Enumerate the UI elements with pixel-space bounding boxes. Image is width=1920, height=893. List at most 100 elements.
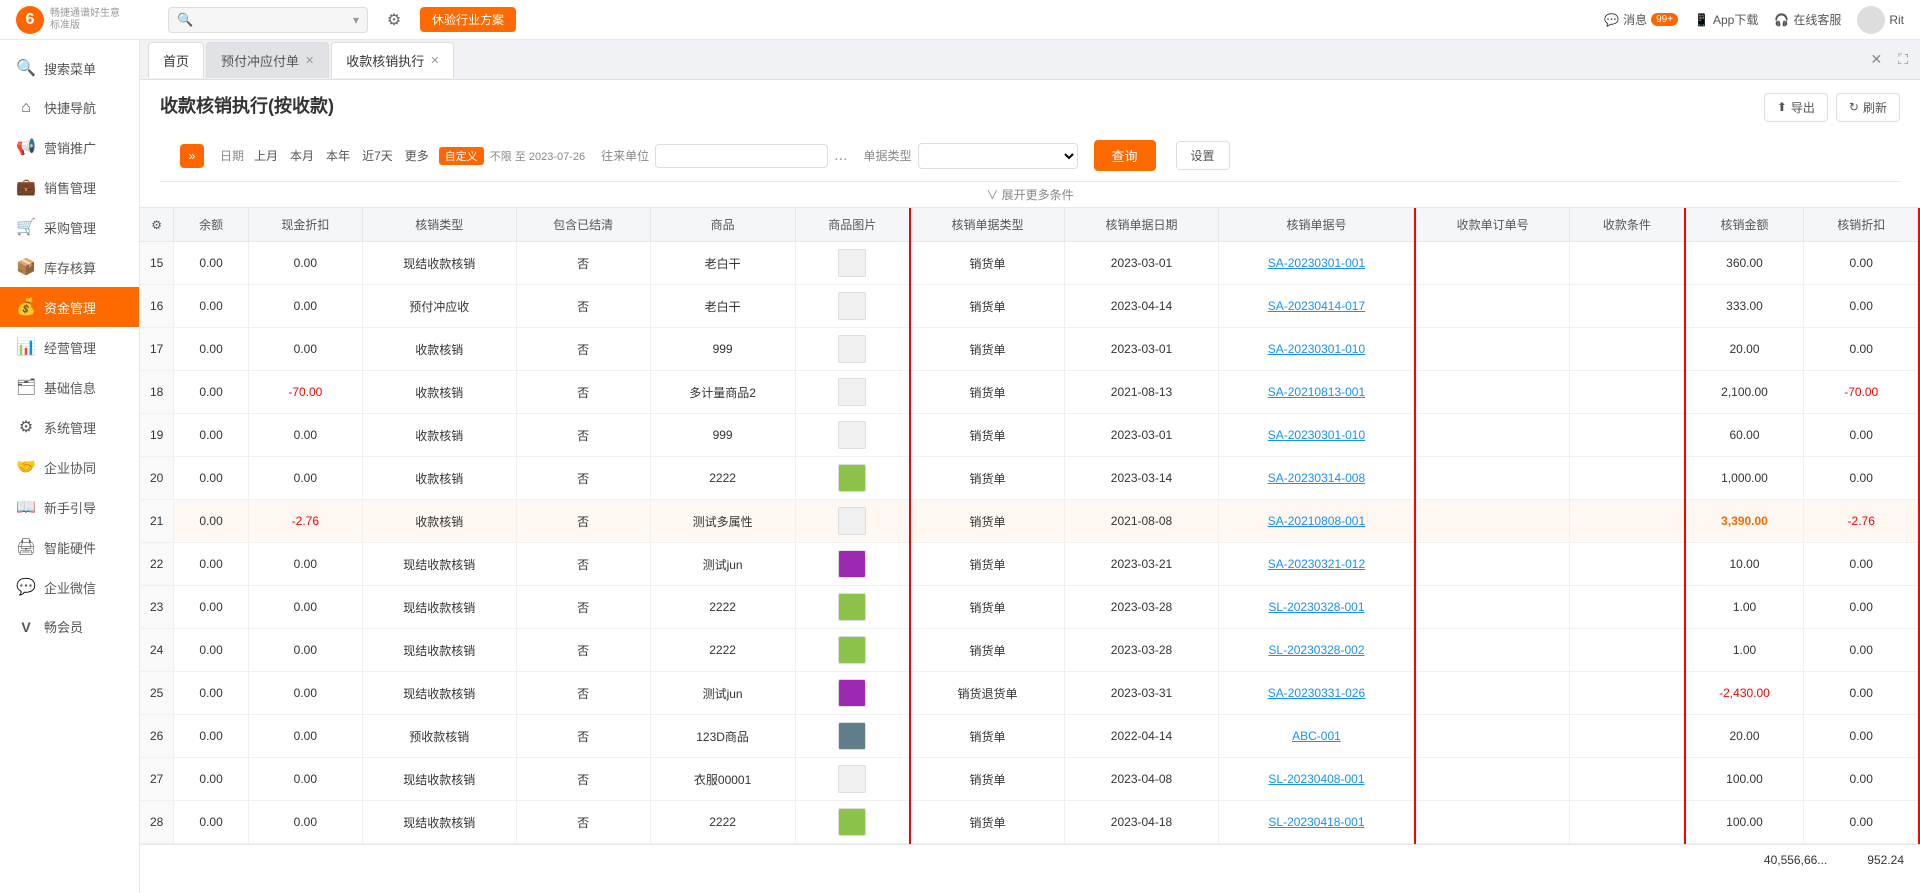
td-writeoff-bill-no[interactable]: ABC-001 (1218, 715, 1415, 758)
expand-more-conditions[interactable]: ∨ 展开更多条件 (160, 182, 1900, 207)
td-collection-condition (1570, 758, 1685, 801)
sidebar-item-inventory[interactable]: 📦 库存核算 (0, 247, 139, 287)
td-goods-img (795, 672, 910, 715)
td-include-settled: 否 (516, 672, 650, 715)
sidebar-item-label: 基础信息 (44, 378, 96, 397)
td-goods-img (795, 457, 910, 500)
refresh-button[interactable]: ↻ 刷新 (1836, 93, 1900, 122)
tab-bar-right: ✕ ⛶ (1866, 47, 1912, 72)
td-writeoff-bill-no[interactable]: SA-20230414-017 (1218, 285, 1415, 328)
td-collection-order-no (1415, 371, 1570, 414)
industry-solution-button[interactable]: 休验行业方案 (420, 7, 516, 32)
sidebar: 🔍 搜索菜单 ⌂ 快捷导航 📢 营销推广 💼 销售管理 🛒 采购管理 📦 库存核… (0, 40, 140, 893)
sidebar-item-basic-info[interactable]: 🗂 基础信息 (0, 367, 139, 407)
td-no: 18 (140, 371, 174, 414)
sidebar-item-system[interactable]: ⚙ 系统管理 (0, 407, 139, 447)
sidebar-item-label: 新手引导 (44, 498, 96, 517)
date-custom-btn[interactable]: 自定义 (439, 147, 484, 165)
td-writeoff-bill-no[interactable]: SA-20230301-010 (1218, 328, 1415, 371)
td-writeoff-bill-date: 2023-04-08 (1065, 758, 1219, 801)
main-content: 首页 预付冲应付单 ✕ 收款核销执行 ✕ ✕ ⛶ 收款核销执行(按收款) (140, 40, 1920, 893)
date-last-7-days[interactable]: 近7天 (358, 145, 397, 166)
table-row: 19 0.00 0.00 收款核销 否 999 销货单 2023-03-01 S… (140, 414, 1919, 457)
from-unit-label: 往来单位 (601, 147, 649, 164)
td-writeoff-bill-no[interactable]: SA-20210808-001 (1218, 500, 1415, 543)
message-button[interactable]: 💬 消息 99+ (1604, 11, 1678, 28)
th-writeoff-amount: 核销金额 (1685, 208, 1804, 242)
online-service-button[interactable]: 🎧 在线客服 (1774, 11, 1841, 28)
date-this-month[interactable]: 本月 (286, 145, 318, 166)
td-writeoff-type: 收款核销 (362, 457, 516, 500)
sidebar-item-finance[interactable]: 💰 资金管理 (0, 287, 139, 327)
td-writeoff-bill-no[interactable]: SA-20230321-012 (1218, 543, 1415, 586)
table-area: ⚙ 余额 现金折扣 核销类型 包含已结清 商品 商品图片 核销单据类型 核销单据… (140, 208, 1920, 893)
cart-icon: 🛒 (16, 217, 36, 237)
td-writeoff-bill-no[interactable]: SA-20230331-026 (1218, 672, 1415, 715)
td-writeoff-bill-no[interactable]: SA-20210813-001 (1218, 371, 1415, 414)
export-button[interactable]: ⬆ 导出 (1764, 93, 1828, 122)
filter-expand-button[interactable]: » (180, 144, 204, 168)
tab-close-collection[interactable]: ✕ (430, 54, 439, 67)
refresh-icon: ↻ (1849, 100, 1859, 114)
td-writeoff-bill-no[interactable]: SL-20230328-002 (1218, 629, 1415, 672)
gear-icon: ⚙ (16, 417, 36, 437)
from-unit-input[interactable] (655, 144, 828, 168)
date-last-month[interactable]: 上月 (250, 145, 282, 166)
sidebar-item-smart-hw[interactable]: 🖨 智能硬件 (0, 527, 139, 567)
sidebar-item-sales[interactable]: 💼 销售管理 (0, 167, 139, 207)
td-writeoff-amount: -2,430.00 (1685, 672, 1804, 715)
maximize-icon[interactable]: ⛶ (1894, 47, 1912, 72)
sidebar-item-search[interactable]: 🔍 搜索菜单 (0, 48, 139, 88)
sidebar-item-operations[interactable]: 📊 经营管理 (0, 327, 139, 367)
table-row: 23 0.00 0.00 现结收款核销 否 2222 销货单 2023-03-2… (140, 586, 1919, 629)
sidebar-item-purchase[interactable]: 🛒 采购管理 (0, 207, 139, 247)
bill-type-filter: 单据类型 (864, 143, 1078, 169)
tab-prepay[interactable]: 预付冲应付单 ✕ (206, 42, 329, 78)
box-icon: 📦 (16, 257, 36, 277)
td-writeoff-bill-date: 2023-03-14 (1065, 457, 1219, 500)
user-area[interactable]: Rit (1857, 6, 1904, 34)
td-goods: 多计量商品2 (650, 371, 795, 414)
query-button[interactable]: 查询 (1094, 140, 1156, 171)
settings-gear-button[interactable]: ⚙ (380, 6, 408, 34)
td-writeoff-bill-type: 销货单 (910, 629, 1065, 672)
date-this-year[interactable]: 本年 (322, 145, 354, 166)
th-settings[interactable]: ⚙ (140, 208, 174, 242)
td-writeoff-discount: -70.00 (1804, 371, 1919, 414)
sidebar-item-guide[interactable]: 📖 新手引导 (0, 487, 139, 527)
sidebar-item-corp-collab[interactable]: 🤝 企业协同 (0, 447, 139, 487)
close-tab-icon[interactable]: ✕ (1866, 47, 1886, 72)
td-writeoff-bill-type: 销货单 (910, 371, 1065, 414)
td-writeoff-bill-no[interactable]: SL-20230328-001 (1218, 586, 1415, 629)
search-input[interactable] (197, 13, 349, 27)
td-writeoff-amount: 2,100.00 (1685, 371, 1804, 414)
td-writeoff-bill-no[interactable]: SA-20230301-001 (1218, 242, 1415, 285)
tab-collection-exec[interactable]: 收款核销执行 ✕ (331, 42, 454, 78)
td-writeoff-amount: 1,000.00 (1685, 457, 1804, 500)
table-row: 22 0.00 0.00 现结收款核销 否 测试jun 销货单 2023-03-… (140, 543, 1919, 586)
from-unit-dots[interactable]: ... (834, 147, 847, 165)
date-more[interactable]: 更多 (401, 145, 433, 166)
td-goods-img (795, 414, 910, 457)
td-writeoff-bill-no[interactable]: SA-20230314-008 (1218, 457, 1415, 500)
td-balance: 0.00 (174, 672, 248, 715)
bill-type-select[interactable] (918, 143, 1078, 169)
headset-icon: 🎧 (1774, 13, 1789, 27)
bill-type-label: 单据类型 (864, 147, 912, 164)
setting-button[interactable]: 设置 (1176, 141, 1230, 170)
td-writeoff-bill-no[interactable]: SA-20230301-010 (1218, 414, 1415, 457)
top-search-box[interactable]: 🔍 ▾ (168, 7, 368, 33)
td-writeoff-bill-no[interactable]: SL-20230408-001 (1218, 758, 1415, 801)
tab-close-prepay[interactable]: ✕ (305, 54, 314, 67)
tab-home[interactable]: 首页 (148, 42, 204, 78)
sidebar-item-marketing[interactable]: 📢 营销推广 (0, 127, 139, 167)
td-writeoff-bill-no[interactable]: SL-20230418-001 (1218, 801, 1415, 844)
sidebar-item-quick-nav[interactable]: ⌂ 快捷导航 (0, 88, 139, 127)
td-goods-img (795, 629, 910, 672)
td-writeoff-type: 预收款核销 (362, 715, 516, 758)
th-writeoff-bill-date: 核销单据日期 (1065, 208, 1219, 242)
app-download-button[interactable]: 📱 App下载 (1694, 11, 1758, 28)
td-include-settled: 否 (516, 586, 650, 629)
sidebar-item-member[interactable]: V 畅会员 (0, 607, 139, 646)
sidebar-item-wechat[interactable]: 💬 企业微信 (0, 567, 139, 607)
